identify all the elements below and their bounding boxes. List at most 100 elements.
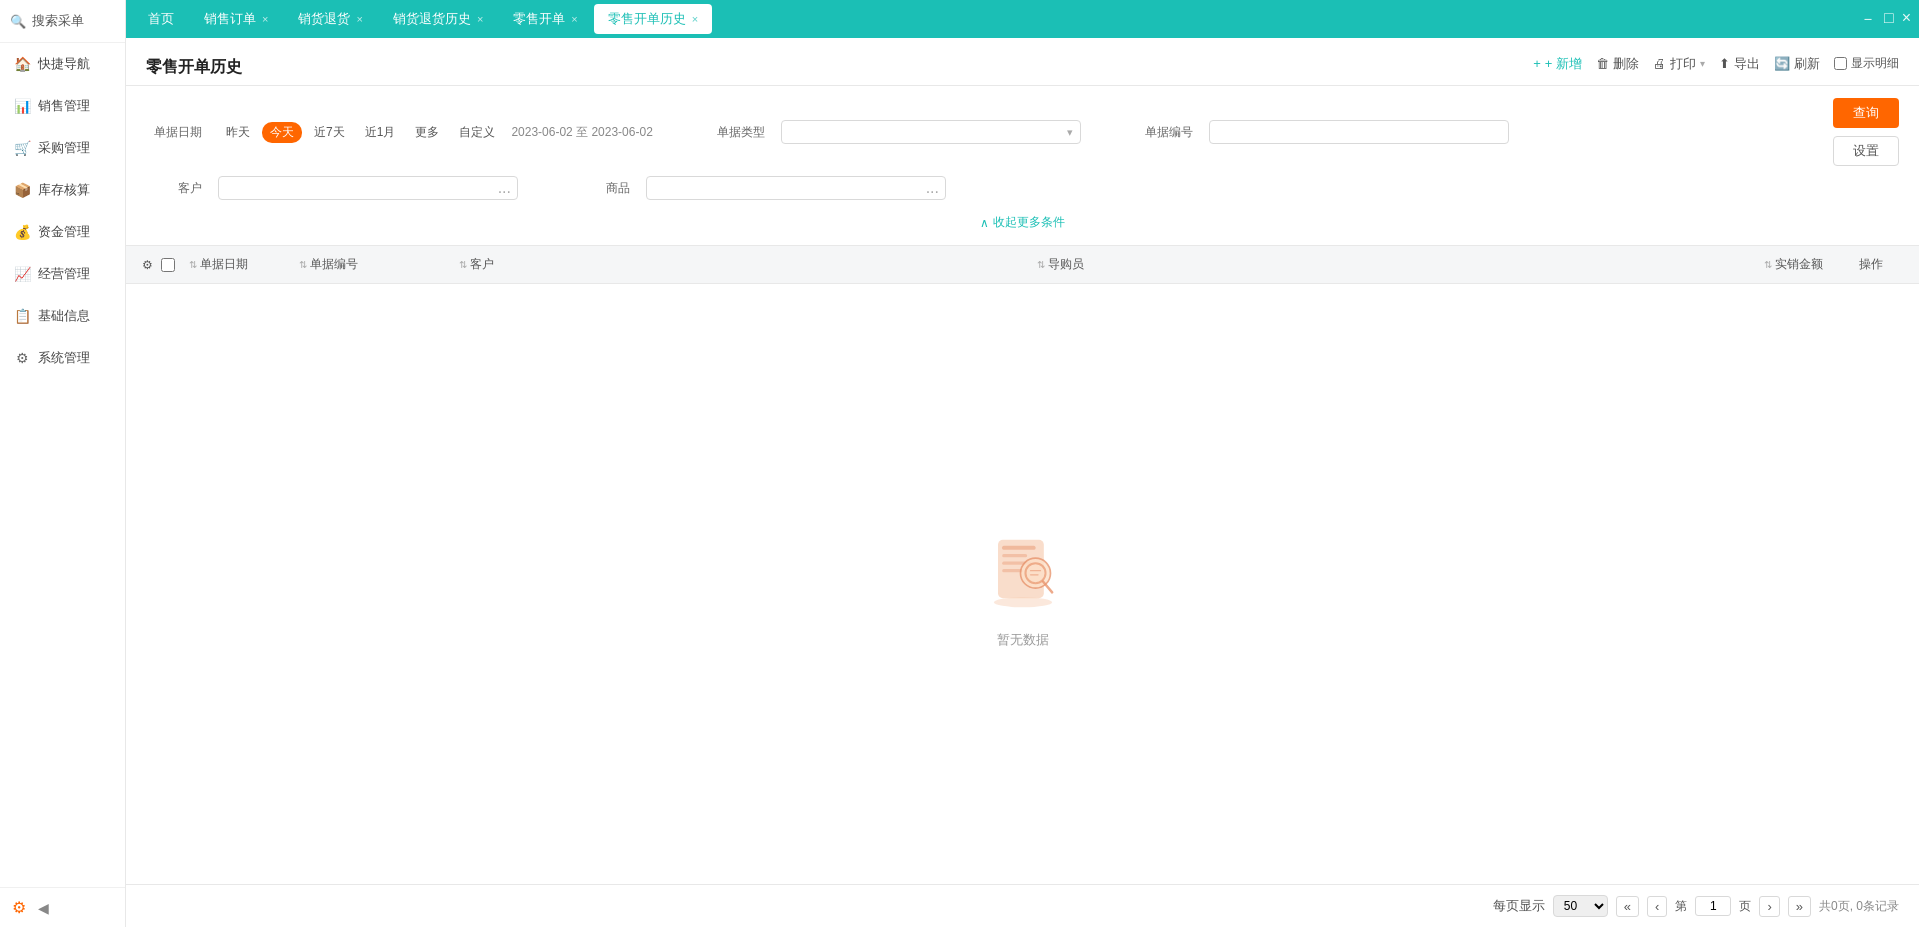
settings-button[interactable]: 设置 xyxy=(1833,136,1899,166)
date-1month-btn[interactable]: 近1月 xyxy=(357,122,404,143)
collapse-label: 收起更多条件 xyxy=(993,214,1065,231)
box-icon: 📦 xyxy=(14,182,30,198)
tab-sales-return-close[interactable]: × xyxy=(356,13,362,25)
order-num-input[interactable] xyxy=(1209,120,1509,144)
tab-sales-return-history-label: 销货退货历史 xyxy=(393,10,471,28)
th-num-sort-icon: ⇅ xyxy=(299,259,307,270)
th-date[interactable]: ⇅ 单据日期 xyxy=(181,256,291,273)
sidebar-item-sys-mgmt[interactable]: ⚙ 系统管理 xyxy=(0,337,125,379)
th-date-label: 单据日期 xyxy=(200,256,248,273)
last-page-button[interactable]: » xyxy=(1788,896,1811,917)
date-today-btn[interactable]: 今天 xyxy=(262,122,302,143)
empty-illustration xyxy=(973,519,1073,619)
sidebar-item-label: 基础信息 xyxy=(38,307,90,325)
tab-sales-order-close[interactable]: × xyxy=(262,13,268,25)
maximize-button[interactable]: □ xyxy=(1884,9,1894,30)
sidebar-item-inventory[interactable]: 📦 库存核算 xyxy=(0,169,125,211)
order-type-label: 单据类型 xyxy=(709,124,765,141)
delete-button[interactable]: 🗑 删除 xyxy=(1596,55,1639,73)
tab-home[interactable]: 首页 xyxy=(134,4,188,34)
query-button[interactable]: 查询 xyxy=(1833,98,1899,128)
collapse-button[interactable]: ∧ 收起更多条件 xyxy=(146,210,1899,233)
export-button[interactable]: ⬆ 导出 xyxy=(1719,55,1760,73)
order-type-select[interactable] xyxy=(781,120,1081,144)
th-num-label: 单据编号 xyxy=(310,256,358,273)
filter-actions: 查询 设置 xyxy=(1833,98,1899,166)
th-guide[interactable]: ⇅ 导购员 xyxy=(1029,256,1149,273)
th-gear[interactable]: ⚙ xyxy=(134,258,161,272)
tab-retail-open-label: 零售开单 xyxy=(513,10,565,28)
th-guide-sort-icon: ⇅ xyxy=(1037,259,1045,270)
tab-retail-open[interactable]: 零售开单 × xyxy=(499,4,591,34)
sidebar-item-operations[interactable]: 📈 经营管理 xyxy=(0,253,125,295)
sidebar-item-finance[interactable]: 💰 资金管理 xyxy=(0,211,125,253)
page-header: 零售开单历史 + + 新增 🗑 删除 🖨 打印 ▾ ⬆ 导出 xyxy=(126,38,1919,86)
page-size-select[interactable]: 50 20 100 xyxy=(1553,895,1608,917)
sidebar-item-basic-info[interactable]: 📋 基础信息 xyxy=(0,295,125,337)
add-button[interactable]: + + 新增 xyxy=(1533,55,1582,73)
prev-page-button[interactable]: ‹ xyxy=(1647,896,1667,917)
sidebar-item-purchase-mgmt[interactable]: 🛒 采购管理 xyxy=(0,127,125,169)
cart-icon: 🛒 xyxy=(14,140,30,156)
th-amount[interactable]: ⇅ 实销金额 xyxy=(1711,256,1831,273)
print-button[interactable]: 🖨 打印 ▾ xyxy=(1653,55,1705,73)
svg-point-0 xyxy=(993,597,1051,607)
search-menu[interactable]: 🔍 搜索采单 xyxy=(0,0,125,43)
tab-retail-open-history[interactable]: 零售开单历史 × xyxy=(594,4,712,34)
sidebar-item-label: 库存核算 xyxy=(38,181,90,199)
sidebar-item-label: 采购管理 xyxy=(38,139,90,157)
add-label: + 新增 xyxy=(1545,55,1582,73)
filter-row-1: 单据日期 昨天 今天 近7天 近1月 更多 自定义 2023-06-02 至 2… xyxy=(146,98,1899,166)
clipboard-icon: 📋 xyxy=(14,308,30,324)
page-total: 共0页, 0条记录 xyxy=(1819,898,1899,915)
select-all-checkbox[interactable] xyxy=(161,258,175,272)
refresh-icon: 🔄 xyxy=(1774,56,1790,71)
add-icon: + xyxy=(1533,56,1541,71)
order-num-label: 单据编号 xyxy=(1137,124,1193,141)
sidebar-bottom: ⚙ ◀ xyxy=(0,887,125,927)
goods-dots[interactable]: ... xyxy=(926,179,939,197)
sidebar: 🔍 搜索采单 🏠 快捷导航 📊 销售管理 🛒 采购管理 📦 库存核算 💰 资金管… xyxy=(0,0,126,927)
export-icon: ⬆ xyxy=(1719,56,1730,71)
svg-rect-2 xyxy=(1002,546,1035,550)
delete-icon: 🗑 xyxy=(1596,56,1609,71)
th-client[interactable]: ⇅ 客户 xyxy=(451,256,1029,273)
sidebar-item-label: 资金管理 xyxy=(38,223,90,241)
date-custom-btn[interactable]: 自定义 xyxy=(451,122,503,143)
next-page-button[interactable]: › xyxy=(1759,896,1779,917)
operations-icon: 📈 xyxy=(14,266,30,282)
minimize-button[interactable]: － xyxy=(1860,9,1876,30)
tab-retail-open-history-close[interactable]: × xyxy=(692,13,698,25)
first-page-button[interactable]: « xyxy=(1616,896,1639,917)
th-action: 操作 xyxy=(1831,256,1911,273)
date-more-btn[interactable]: 更多 xyxy=(407,122,447,143)
show-detail-checkbox[interactable] xyxy=(1834,57,1847,70)
tab-sales-return[interactable]: 销货退货 × xyxy=(284,4,376,34)
search-menu-label: 搜索采单 xyxy=(32,12,84,30)
window-controls: － □ × xyxy=(1860,9,1911,30)
page-number-input[interactable] xyxy=(1695,896,1731,916)
tabs-bar: 首页 销售订单 × 销货退货 × 销货退货历史 × 零售开单 × 零售开单历史 … xyxy=(126,0,1919,38)
tab-retail-open-close[interactable]: × xyxy=(571,13,577,25)
sidebar-item-sales-mgmt[interactable]: 📊 销售管理 xyxy=(0,85,125,127)
tab-sales-return-history[interactable]: 销货退货历史 × xyxy=(379,4,497,34)
tab-sales-return-label: 销货退货 xyxy=(298,10,350,28)
settings-bottom-icon[interactable]: ⚙ xyxy=(12,898,26,917)
date-7days-btn[interactable]: 近7天 xyxy=(306,122,353,143)
sidebar-item-quick-nav[interactable]: 🏠 快捷导航 xyxy=(0,43,125,85)
show-detail-text: 显示明细 xyxy=(1851,55,1899,72)
refresh-button[interactable]: 🔄 刷新 xyxy=(1774,55,1820,73)
delete-label: 删除 xyxy=(1613,55,1639,73)
client-dots[interactable]: ... xyxy=(498,179,511,197)
tab-sales-return-history-close[interactable]: × xyxy=(477,13,483,25)
date-buttons: 昨天 今天 近7天 近1月 更多 自定义 2023-06-02 至 2023-0… xyxy=(218,122,653,143)
refresh-label: 刷新 xyxy=(1794,55,1820,73)
search-icon: 🔍 xyxy=(10,14,26,29)
close-button[interactable]: × xyxy=(1902,9,1911,30)
date-yesterday-btn[interactable]: 昨天 xyxy=(218,122,258,143)
show-detail-label: 显示明细 xyxy=(1834,55,1899,72)
collapse-sidebar-icon[interactable]: ◀ xyxy=(38,900,49,916)
tab-sales-order[interactable]: 销售订单 × xyxy=(190,4,282,34)
th-num[interactable]: ⇅ 单据编号 xyxy=(291,256,451,273)
date-range-text: 2023-06-02 至 2023-06-02 xyxy=(511,124,652,141)
